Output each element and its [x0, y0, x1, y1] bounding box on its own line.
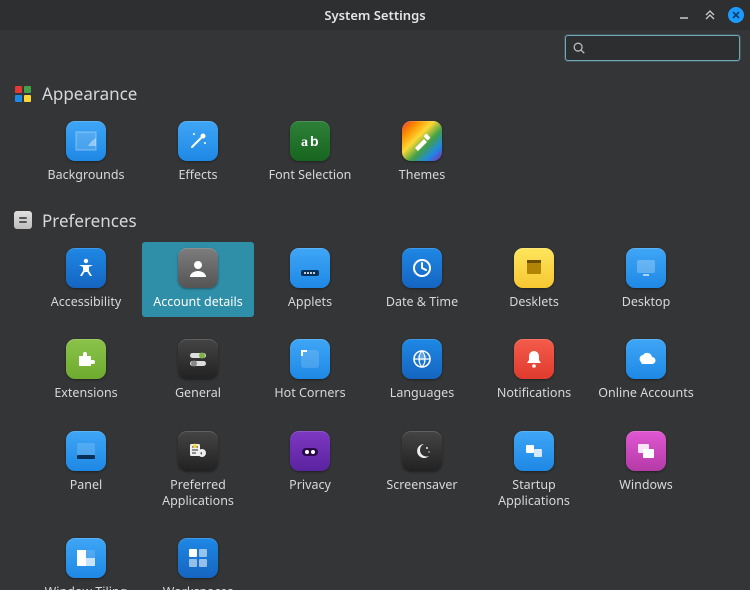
settings-content: Appearance Backgrounds Effects ab Font S…: [0, 66, 750, 590]
tile-font-selection[interactable]: ab Font Selection: [254, 115, 366, 191]
preferred-applications-icon: [178, 431, 218, 471]
tile-label: Account details: [153, 294, 242, 310]
desktop-icon: [626, 248, 666, 288]
close-button[interactable]: [728, 7, 744, 23]
tile-label: Notifications: [497, 385, 571, 401]
preferences-category-icon: [14, 211, 32, 229]
section-appearance: Appearance Backgrounds Effects ab Font S…: [10, 76, 740, 191]
date-time-icon: [402, 248, 442, 288]
tile-label: Font Selection: [269, 167, 352, 183]
tile-languages[interactable]: Languages: [366, 333, 478, 409]
tile-workspaces[interactable]: Workspaces: [142, 532, 254, 590]
hot-corners-icon: [290, 339, 330, 379]
tile-label: Accessibility: [51, 294, 122, 310]
extensions-icon: [66, 339, 106, 379]
windows-icon: [626, 431, 666, 471]
tile-screensaver[interactable]: Screensaver: [366, 425, 478, 516]
tile-label: Online Accounts: [598, 385, 693, 401]
workspaces-icon: [178, 538, 218, 578]
maximize-icon: [704, 9, 716, 21]
tile-label: Extensions: [54, 385, 117, 401]
tile-preferred-applications[interactable]: Preferred Applications: [142, 425, 254, 516]
svg-text:b: b: [310, 133, 319, 149]
online-accounts-icon: [626, 339, 666, 379]
tile-label: Applets: [288, 294, 332, 310]
tile-account-details[interactable]: Account details: [142, 242, 254, 318]
tile-themes[interactable]: Themes: [366, 115, 478, 191]
tile-extensions[interactable]: Extensions: [30, 333, 142, 409]
tile-window-tiling[interactable]: Window Tiling: [30, 532, 142, 590]
tile-label: Panel: [70, 477, 103, 493]
tile-label: Hot Corners: [274, 385, 345, 401]
tile-label: Desktop: [622, 294, 671, 310]
font-selection-icon: ab: [290, 121, 330, 161]
minimize-icon: [678, 9, 690, 21]
tile-desktop[interactable]: Desktop: [590, 242, 702, 318]
svg-text:a: a: [301, 135, 308, 150]
languages-icon: [402, 339, 442, 379]
tile-hot-corners[interactable]: Hot Corners: [254, 333, 366, 409]
tile-date-time[interactable]: Date & Time: [366, 242, 478, 318]
appearance-category-icon: [14, 85, 32, 103]
section-header-appearance: Appearance: [10, 76, 740, 115]
tile-effects[interactable]: Effects: [142, 115, 254, 191]
close-icon: [731, 10, 741, 20]
themes-icon: [402, 121, 442, 161]
tile-desklets[interactable]: Desklets: [478, 242, 590, 318]
titlebar: System Settings: [0, 0, 750, 30]
tile-label: Preferred Applications: [146, 477, 250, 508]
section-preferences: Preferences Accessibility Account detail…: [10, 203, 740, 590]
effects-icon: [178, 121, 218, 161]
general-icon: [178, 339, 218, 379]
panel-icon: [66, 431, 106, 471]
minimize-button[interactable]: [676, 7, 692, 23]
backgrounds-icon: [66, 121, 106, 161]
tile-label: Windows: [619, 477, 672, 493]
desklets-icon: [514, 248, 554, 288]
tile-label: Themes: [399, 167, 445, 183]
startup-applications-icon: [514, 431, 554, 471]
tile-label: Effects: [178, 167, 217, 183]
tile-label: General: [175, 385, 221, 401]
grid-appearance: Backgrounds Effects ab Font Selection Th…: [10, 115, 740, 191]
tile-label: Startup Applications: [482, 477, 586, 508]
tile-label: Desklets: [509, 294, 559, 310]
tile-label: Privacy: [289, 477, 331, 493]
tile-notifications[interactable]: Notifications: [478, 333, 590, 409]
tile-panel[interactable]: Panel: [30, 425, 142, 516]
section-header-preferences: Preferences: [10, 203, 740, 242]
tile-backgrounds[interactable]: Backgrounds: [30, 115, 142, 191]
search-field[interactable]: [565, 35, 740, 61]
tile-label: Screensaver: [386, 477, 457, 493]
window-title: System Settings: [324, 6, 425, 24]
applets-icon: [290, 248, 330, 288]
grid-preferences: Accessibility Account details Applets Da…: [10, 242, 740, 590]
section-title-appearance: Appearance: [42, 82, 137, 105]
screensaver-icon: [402, 431, 442, 471]
tile-startup-applications[interactable]: Startup Applications: [478, 425, 590, 516]
account-details-icon: [178, 248, 218, 288]
tile-privacy[interactable]: Privacy: [254, 425, 366, 516]
accessibility-icon: [66, 248, 106, 288]
tile-general[interactable]: General: [142, 333, 254, 409]
tile-accessibility[interactable]: Accessibility: [30, 242, 142, 318]
tile-label: Window Tiling: [45, 584, 128, 590]
window-controls: [676, 0, 744, 30]
window-tiling-icon: [66, 538, 106, 578]
tile-label: Backgrounds: [47, 167, 124, 183]
privacy-icon: [290, 431, 330, 471]
tile-applets[interactable]: Applets: [254, 242, 366, 318]
toolbar: [0, 30, 750, 66]
tile-windows[interactable]: Windows: [590, 425, 702, 516]
tile-label: Date & Time: [386, 294, 458, 310]
notifications-icon: [514, 339, 554, 379]
search-input[interactable]: [592, 41, 750, 56]
maximize-button[interactable]: [702, 7, 718, 23]
section-title-preferences: Preferences: [42, 209, 137, 232]
tile-online-accounts[interactable]: Online Accounts: [590, 333, 702, 409]
search-icon: [572, 41, 586, 55]
tile-label: Workspaces: [163, 584, 234, 590]
tile-label: Languages: [390, 385, 454, 401]
